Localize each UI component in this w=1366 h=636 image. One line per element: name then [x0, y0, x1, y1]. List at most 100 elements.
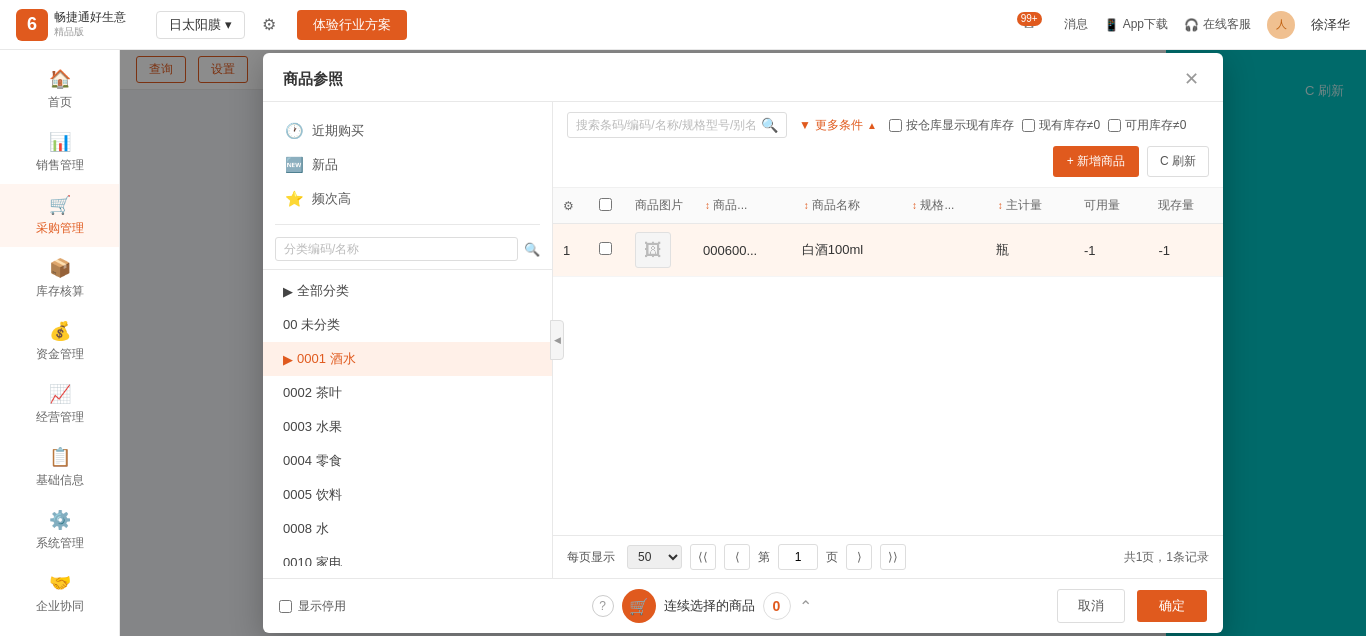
- table-row[interactable]: 1 🖼 000600... 白酒100ml: [553, 224, 1223, 277]
- select-all-checkbox[interactable]: [599, 198, 612, 211]
- modal-overlay: 商品参照 ✕ 🕐 近期购买 🆕: [120, 50, 1366, 636]
- col-header-code[interactable]: ↕ 商品...: [693, 188, 792, 224]
- category-search-icon[interactable]: 🔍: [524, 242, 540, 257]
- phone-icon: 📱: [1104, 18, 1119, 32]
- sidebar-item-finance[interactable]: 💰 资金管理: [0, 310, 119, 373]
- cat-0001-arrow: ▶: [283, 352, 293, 367]
- sidebar-item-collab[interactable]: 🤝 企业协同: [0, 562, 119, 625]
- cat-0003[interactable]: 0003 水果: [263, 410, 552, 444]
- sidebar-item-inventory[interactable]: 📦 库存核算: [0, 247, 119, 310]
- sidebar-label-sales: 销售管理: [36, 157, 84, 174]
- app-name: 畅捷通好生意: [54, 10, 126, 26]
- sidebar-label-home: 首页: [48, 94, 72, 111]
- home-icon: 🏠: [49, 68, 71, 90]
- cat-0002[interactable]: 0002 茶叶: [263, 376, 552, 410]
- stock-ne0-filter[interactable]: 现有库存≠0: [1022, 117, 1100, 134]
- col-header-unit[interactable]: ↕ 主计量: [986, 188, 1074, 224]
- stock-ne0-checkbox[interactable]: [1022, 119, 1035, 132]
- cart-button[interactable]: 🛒: [622, 589, 656, 623]
- show-disabled-label[interactable]: 显示停用: [279, 598, 346, 615]
- row-checkbox[interactable]: [599, 242, 612, 255]
- cat-0001[interactable]: ▶ 0001 酒水: [263, 342, 552, 376]
- message-icon-wrap[interactable]: ✉ 99+: [1024, 18, 1034, 32]
- row-spec: [900, 224, 986, 277]
- available-ne0-filter[interactable]: 可用库存≠0: [1108, 117, 1186, 134]
- app-logo: 6: [16, 9, 48, 41]
- col-header-available[interactable]: 可用量: [1074, 188, 1149, 224]
- settings-col-icon[interactable]: ⚙: [563, 199, 574, 213]
- page-last-btn[interactable]: ⟩⟩: [880, 544, 906, 570]
- cat-0004-label: 0004 零食: [283, 452, 342, 470]
- filter-icon: ▼: [799, 118, 811, 132]
- category-search-input[interactable]: [275, 237, 518, 261]
- page-number-input[interactable]: [778, 544, 818, 570]
- online-service-link[interactable]: 🎧 在线客服: [1184, 16, 1251, 33]
- confirm-button[interactable]: 确定: [1137, 590, 1207, 622]
- tab-recent-purchase[interactable]: 🕐 近期购买: [275, 114, 540, 148]
- cat-00[interactable]: 00 未分类: [263, 308, 552, 342]
- tab-high-freq[interactable]: ⭐ 频次高: [275, 182, 540, 216]
- sidebar-item-system[interactable]: ⚙️ 系统管理: [0, 499, 119, 562]
- page-first-btn[interactable]: ⟨⟨: [690, 544, 716, 570]
- cancel-button[interactable]: 取消: [1057, 589, 1125, 623]
- product-search-input[interactable]: [576, 118, 755, 132]
- sidebar-item-basic[interactable]: 📋 基础信息: [0, 436, 119, 499]
- settings-icon[interactable]: ⚙: [253, 9, 285, 41]
- more-filter-label: 更多条件: [815, 117, 863, 134]
- sidebar-item-business[interactable]: 📈 经营管理: [0, 373, 119, 436]
- cat-all-label: 全部分类: [297, 282, 349, 300]
- col-header-num: ⚙: [553, 188, 589, 224]
- per-page-select[interactable]: 50 100 200: [627, 545, 682, 569]
- cat-0004[interactable]: 0004 零食: [263, 444, 552, 478]
- app-download-link[interactable]: 📱 App下载: [1104, 16, 1168, 33]
- col-header-spec[interactable]: ↕ 规格...: [900, 188, 986, 224]
- sidebar-label-basic: 基础信息: [36, 472, 84, 489]
- sidebar-item-purchase[interactable]: 🛒 采购管理: [0, 184, 119, 247]
- trial-button[interactable]: 体验行业方案: [297, 10, 407, 40]
- add-product-btn[interactable]: + 新增商品: [1053, 146, 1139, 177]
- page-prev-btn[interactable]: ⟨: [724, 544, 750, 570]
- cat-all[interactable]: ▶ 全部分类: [263, 274, 552, 308]
- filter-collapse-icon: ▲: [867, 120, 877, 131]
- toolbar-right: + 新增商品 C 刷新: [1053, 146, 1209, 177]
- row-img: 🖼: [625, 224, 693, 277]
- footer-collapse-icon[interactable]: ⌃: [799, 597, 812, 616]
- available-ne0-label: 可用库存≠0: [1125, 117, 1186, 134]
- app-download-label: App下载: [1123, 16, 1168, 33]
- sort-icon-unit: ↕: [998, 200, 1003, 211]
- warehouse-checkbox[interactable]: [889, 119, 902, 132]
- nav-selector-arrow: ▾: [225, 17, 232, 32]
- user-avatar[interactable]: 人: [1267, 11, 1295, 39]
- available-ne0-checkbox[interactable]: [1108, 119, 1121, 132]
- sidebar: 🏠 首页 📊 销售管理 🛒 采购管理 📦 库存核算 💰 资金管理 📈 经营管理 …: [0, 50, 120, 636]
- product-image: 🖼: [635, 232, 671, 268]
- topbar-right: ✉ 99+ 消息 📱 App下载 🎧 在线客服 人 徐泽华: [1024, 11, 1350, 39]
- more-filter-btn[interactable]: ▼ 更多条件 ▲: [795, 113, 881, 138]
- cat-0010[interactable]: 0010 家电: [263, 546, 552, 566]
- sidebar-item-guide[interactable]: 🎯 新手引导: [0, 625, 119, 636]
- sidebar-item-sales[interactable]: 📊 销售管理: [0, 121, 119, 184]
- collab-icon: 🤝: [49, 572, 71, 594]
- tab-new-product[interactable]: 🆕 新品: [275, 148, 540, 182]
- product-search-icon[interactable]: 🔍: [761, 117, 778, 133]
- cat-0005[interactable]: 0005 饮料: [263, 478, 552, 512]
- col-header-name[interactable]: ↕ 商品名称: [792, 188, 900, 224]
- row-checkbox-cell[interactable]: [589, 224, 625, 277]
- show-disabled-checkbox[interactable]: [279, 600, 292, 613]
- warehouse-filter[interactable]: 按仓库显示现有库存: [889, 117, 1014, 134]
- sidebar-label-inventory: 库存核算: [36, 283, 84, 300]
- refresh-btn[interactable]: C 刷新: [1147, 146, 1209, 177]
- product-search-box[interactable]: 🔍: [567, 112, 787, 138]
- category-search-area: 🔍: [263, 233, 552, 269]
- nav-selector[interactable]: 日太阳膜 ▾: [156, 11, 245, 39]
- modal-footer: 显示停用 ? 🛒 连续选择的商品 0 ⌃ 取消 确定: [263, 578, 1223, 633]
- divider: [275, 224, 540, 225]
- left-tabs: 🕐 近期购买 🆕 新品 ⭐ 频次高: [263, 114, 552, 224]
- product-table-wrap: ⚙ 商品图片: [553, 188, 1223, 535]
- sidebar-item-home[interactable]: 🏠 首页: [0, 58, 119, 121]
- left-panel-collapse-btn[interactable]: ◀: [550, 320, 564, 360]
- help-icon[interactable]: ?: [592, 595, 614, 617]
- modal-close-button[interactable]: ✕: [1179, 67, 1203, 91]
- cat-0008[interactable]: 0008 水: [263, 512, 552, 546]
- page-next-btn[interactable]: ⟩: [846, 544, 872, 570]
